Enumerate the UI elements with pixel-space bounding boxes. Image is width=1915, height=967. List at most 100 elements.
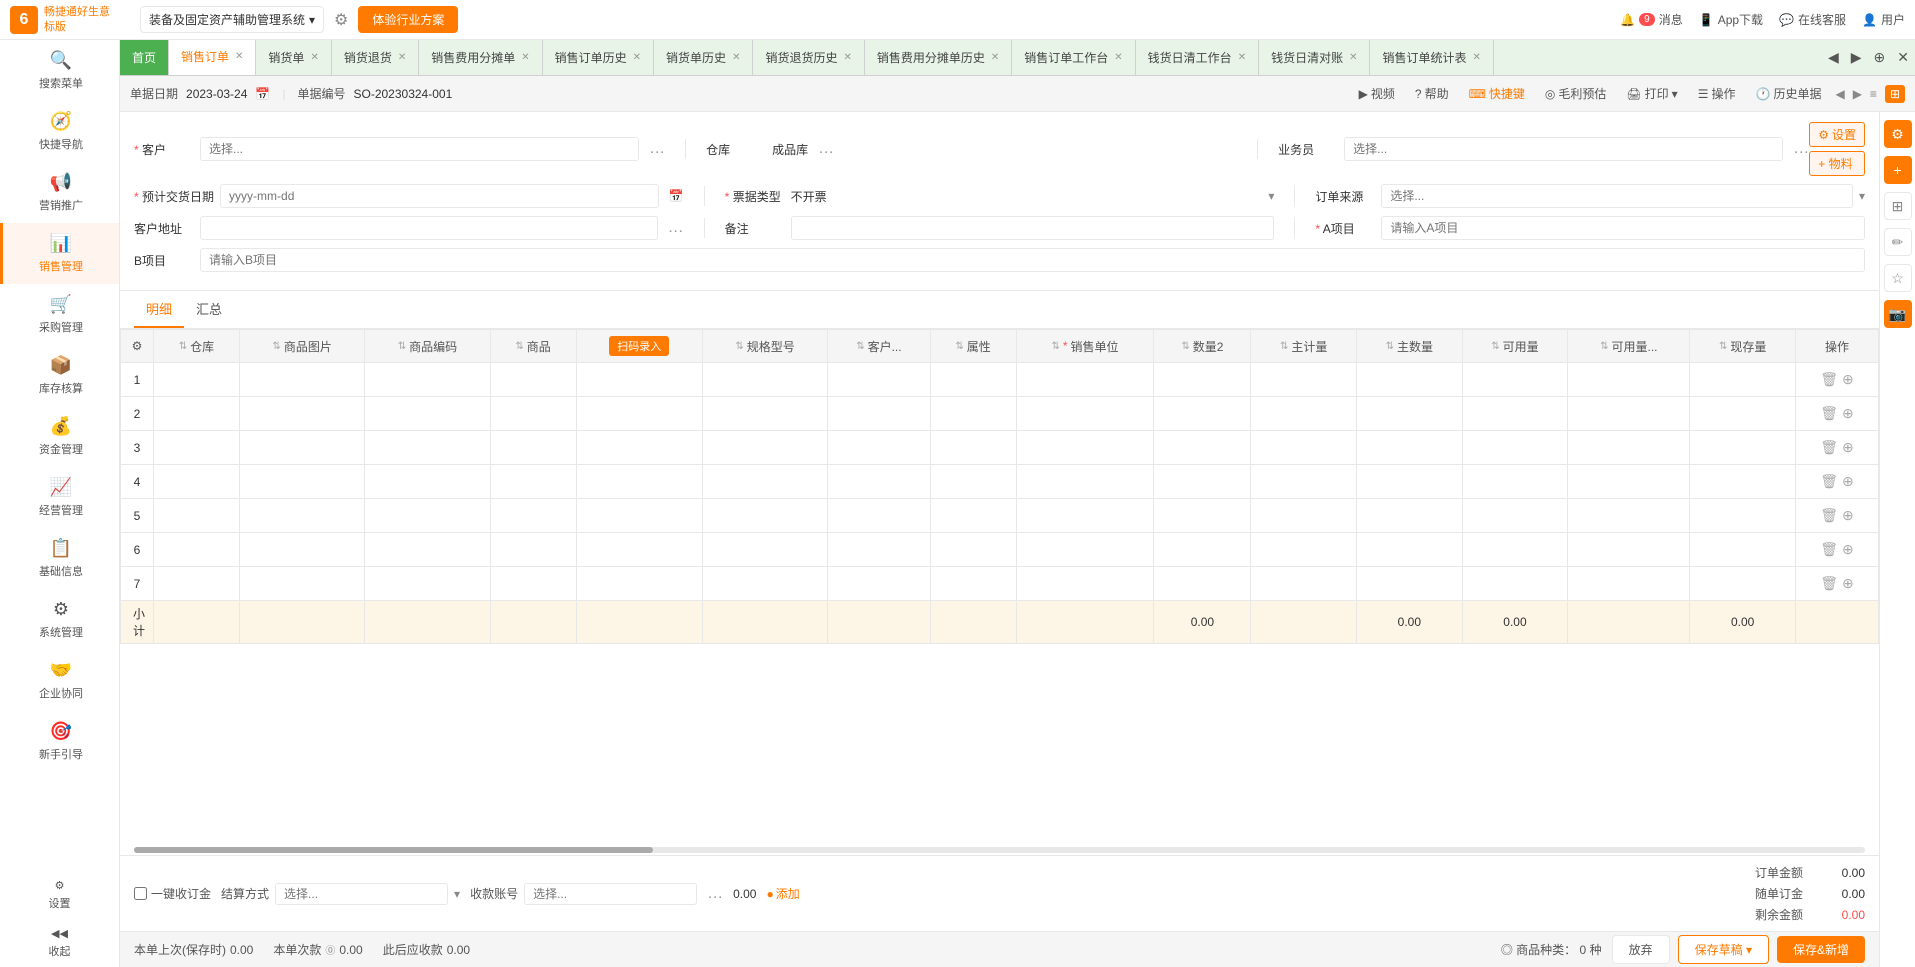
td-unit-4[interactable] — [1016, 465, 1154, 499]
td-available-1[interactable] — [1462, 363, 1568, 397]
online-service-item[interactable]: 💬 在线客服 — [1779, 11, 1846, 28]
td-unit-1[interactable] — [1016, 363, 1154, 397]
td-customer_code-1[interactable] — [828, 363, 930, 397]
td-code-1[interactable] — [365, 363, 490, 397]
td-available2-1[interactable] — [1568, 363, 1690, 397]
tab-item-9[interactable]: 销售订单工作台✕ — [1012, 40, 1135, 76]
td-attr-7[interactable] — [930, 567, 1016, 601]
print-btn[interactable]: 🖨 打印 ▾ — [1620, 83, 1683, 104]
td-unit-3[interactable] — [1016, 431, 1154, 465]
address-input[interactable] — [200, 216, 658, 240]
td-available-6[interactable] — [1462, 533, 1568, 567]
td-available2-2[interactable] — [1568, 397, 1690, 431]
td-product-3[interactable] — [490, 431, 576, 465]
td-current-6[interactable] — [1690, 533, 1796, 567]
toolbar-list-view[interactable]: ≡ — [1870, 87, 1877, 101]
calendar-icon[interactable]: 📅 — [255, 87, 270, 101]
td-attr-2[interactable] — [930, 397, 1016, 431]
settings-icon[interactable]: ⚙ — [334, 10, 348, 30]
copy-icon-7[interactable]: ⊕ — [1842, 575, 1854, 592]
salesperson-more[interactable]: … — [1793, 140, 1809, 158]
tab-item-7[interactable]: 销货退货历史✕ — [753, 40, 864, 76]
td-image-2[interactable] — [239, 397, 364, 431]
td-qty2-7[interactable] — [1154, 567, 1251, 601]
profit-btn[interactable]: ◎ 毛利预估 — [1539, 83, 1613, 104]
tab-close-7[interactable]: ✕ — [843, 52, 851, 63]
tab-close-5[interactable]: ✕ — [633, 52, 641, 63]
tab-item-3[interactable]: 销货退货✕ — [332, 40, 419, 76]
td-customer_code-7[interactable] — [828, 567, 930, 601]
tab-close-11[interactable]: ✕ — [1349, 52, 1357, 63]
td-scan-3[interactable] — [576, 431, 702, 465]
td-main_qty-5[interactable] — [1357, 499, 1463, 533]
td-current-5[interactable] — [1690, 499, 1796, 533]
td-customer_code-5[interactable] — [828, 499, 930, 533]
td-current-3[interactable] — [1690, 431, 1796, 465]
td-available-7[interactable] — [1462, 567, 1568, 601]
td-qty2-4[interactable] — [1154, 465, 1251, 499]
sidebar-item-采购管理[interactable]: 🛒采购管理 — [0, 284, 119, 345]
delivery-date-input[interactable] — [220, 184, 659, 208]
address-more[interactable]: … — [668, 219, 684, 237]
tab-item-5[interactable]: 销售订单历史✕ — [543, 40, 654, 76]
td-main_unit-3[interactable] — [1251, 431, 1357, 465]
delete-icon-1[interactable]: 🗑 — [1820, 371, 1838, 388]
right-tool-1[interactable]: ⊞ — [1884, 192, 1912, 220]
td-available-4[interactable] — [1462, 465, 1568, 499]
copy-icon-3[interactable]: ⊕ — [1842, 439, 1854, 456]
td-warehouse-7[interactable] — [154, 567, 240, 601]
sidebar-item-基础信息[interactable]: 📋基础信息 — [0, 528, 119, 589]
td-available-3[interactable] — [1462, 431, 1568, 465]
tab-more-btn[interactable]: ⊕ — [1868, 40, 1892, 76]
td-warehouse-4[interactable] — [154, 465, 240, 499]
td-code-2[interactable] — [365, 397, 490, 431]
td-warehouse-1[interactable] — [154, 363, 240, 397]
tab-item-4[interactable]: 销售费用分摊单✕ — [419, 40, 542, 76]
td-warehouse-2[interactable] — [154, 397, 240, 431]
copy-icon-5[interactable]: ⊕ — [1842, 507, 1854, 524]
tab-close-9[interactable]: ✕ — [1114, 52, 1122, 63]
tab-close-1[interactable]: ✕ — [235, 51, 243, 62]
delete-icon-6[interactable]: 🗑 — [1820, 541, 1838, 558]
td-code-6[interactable] — [365, 533, 490, 567]
sidebar-item-系统管理[interactable]: ⚙系统管理 — [0, 589, 119, 650]
td-scan-5[interactable] — [576, 499, 702, 533]
td-image-3[interactable] — [239, 431, 364, 465]
td-available2-6[interactable] — [1568, 533, 1690, 567]
account-input[interactable] — [524, 883, 697, 905]
td-available2-4[interactable] — [1568, 465, 1690, 499]
tab-next-btn[interactable]: ▶ — [1845, 40, 1868, 76]
user-item[interactable]: 👤 用户 — [1862, 11, 1905, 28]
settings-right-btn[interactable]: ⚙ 设置 — [1809, 122, 1865, 147]
sidebar-item-搜索菜单[interactable]: 🔍搜索菜单 — [0, 40, 119, 101]
system-selector[interactable]: 装备及固定资产辅助管理系统 ▾ — [140, 6, 324, 33]
copy-icon-4[interactable]: ⊕ — [1842, 473, 1854, 490]
sidebar-item-企业协同[interactable]: 🤝企业协同 — [0, 650, 119, 711]
tab-close-4[interactable]: ✕ — [521, 52, 529, 63]
td-image-6[interactable] — [239, 533, 364, 567]
sidebar-item-营销推广[interactable]: 📢营销推广 — [0, 162, 119, 223]
settings-icon[interactable]: ⚙ — [132, 339, 143, 353]
td-unit-2[interactable] — [1016, 397, 1154, 431]
tab-item-12[interactable]: 销售订单统计表✕ — [1370, 40, 1493, 76]
td-main_qty-2[interactable] — [1357, 397, 1463, 431]
td-main_unit-4[interactable] — [1251, 465, 1357, 499]
scheme-button[interactable]: 体验行业方案 — [358, 6, 458, 33]
copy-icon-2[interactable]: ⊕ — [1842, 405, 1854, 422]
td-product-7[interactable] — [490, 567, 576, 601]
td-main_unit-6[interactable] — [1251, 533, 1357, 567]
toolbar-grid-view[interactable]: ⊞ — [1885, 85, 1905, 103]
td-qty2-5[interactable] — [1154, 499, 1251, 533]
right-tool-2[interactable]: ✏ — [1884, 228, 1912, 256]
td-customer_code-2[interactable] — [828, 397, 930, 431]
sidebar-item-库存核算[interactable]: 📦库存核算 — [0, 345, 119, 406]
td-available-5[interactable] — [1462, 499, 1568, 533]
copy-icon-1[interactable]: ⊕ — [1842, 371, 1854, 388]
delete-icon-7[interactable]: 🗑 — [1820, 575, 1838, 592]
td-current-2[interactable] — [1690, 397, 1796, 431]
td-spec-1[interactable] — [702, 363, 827, 397]
td-product-1[interactable] — [490, 363, 576, 397]
save-draft-button[interactable]: 保存草稿 ▾ — [1678, 935, 1769, 964]
td-qty2-6[interactable] — [1154, 533, 1251, 567]
td-warehouse-6[interactable] — [154, 533, 240, 567]
